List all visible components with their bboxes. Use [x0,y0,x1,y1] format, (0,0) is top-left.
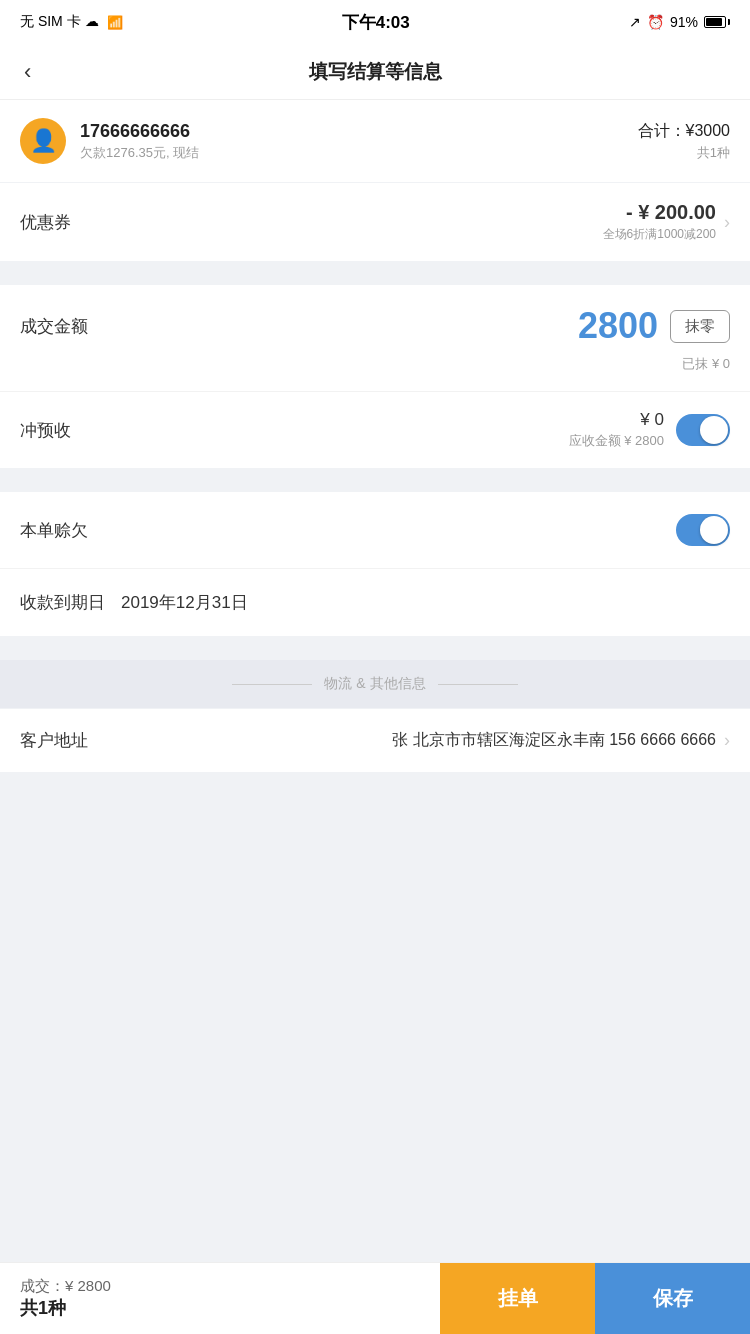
address-right: 张 北京市市辖区海淀区永丰南 156 6666 6666 › [104,730,730,751]
bottom-summary-label: 成交：¥ 2800 [20,1277,420,1296]
content-area: 👤 17666666666 欠款1276.35元, 现结 合计：¥3000 共1… [0,100,750,892]
bottom-summary: 成交：¥ 2800 共1种 [0,1277,440,1320]
hang-button[interactable]: 挂单 [440,1263,595,1335]
customer-right: 合计：¥3000 共1种 [638,121,731,162]
status-time: 下午4:03 [342,11,410,34]
prepay-row: 冲预收 ¥ 0 应收金额 ¥ 2800 [0,391,750,468]
prepay-sub: 应收金额 ¥ 2800 [569,432,664,450]
customer-total: 合计：¥3000 [638,121,731,142]
save-button[interactable]: 保存 [595,1263,750,1335]
deal-row: 成交金额 2800 抹零 [0,285,750,355]
location-icon: ↗ [629,14,641,30]
prepay-main: ¥ 0 [569,410,664,430]
debt-toggle[interactable] [676,514,730,546]
prepay-right: ¥ 0 应收金额 ¥ 2800 [569,410,730,450]
prepay-toggle[interactable] [676,414,730,446]
nav-bar: ‹ 填写结算等信息 [0,44,750,100]
wifi-icon: 📶 [107,15,123,30]
status-left: 无 SIM 卡 ☁ 📶 [20,13,123,31]
customer-count: 共1种 [638,144,731,162]
debt-row: 本单赊欠 [0,492,750,568]
debt-toggle-knob [700,516,728,544]
logistics-divider: 物流 & 其他信息 [0,660,750,708]
address-value: 张 北京市市辖区海淀区永丰南 156 6666 6666 [392,730,716,751]
customer-left: 👤 17666666666 欠款1276.35元, 现结 [20,118,199,164]
back-button[interactable]: ‹ [16,51,39,93]
round-zero-button[interactable]: 抹零 [670,310,730,343]
section-divider-3 [0,648,750,660]
deal-right: 2800 抹零 [578,305,730,347]
customer-info: 17666666666 欠款1276.35元, 现结 [80,121,199,162]
page-title: 填写结算等信息 [309,59,442,85]
gray-area [0,772,750,892]
battery-percent: 91% [670,14,698,30]
deal-section: 成交金额 2800 抹零 已抹 ¥ 0 冲预收 ¥ 0 应收金额 ¥ 2800 [0,285,750,468]
toggle-knob [700,416,728,444]
logistics-text: 物流 & 其他信息 [232,675,517,693]
prepay-amount: ¥ 0 应收金额 ¥ 2800 [569,410,664,450]
status-bar: 无 SIM 卡 ☁ 📶 下午4:03 ↗ ⏰ 91% [0,0,750,44]
coupon-right: - ¥ 200.00 全场6折满1000减200 › [603,201,730,243]
address-row[interactable]: 客户地址 张 北京市市辖区海淀区永丰南 156 6666 6666 › [0,709,750,772]
bottom-bar: 成交：¥ 2800 共1种 挂单 保存 [0,1262,750,1334]
avatar-icon: 👤 [30,128,57,154]
bottom-amount: ¥ 2800 [65,1277,111,1294]
deal-sub: 已抹 ¥ 0 [0,355,750,391]
debt-section: 本单赊欠 收款到期日 2019年12月31日 [0,492,750,636]
coupon-label: 优惠券 [20,211,71,234]
section-divider-2 [0,480,750,492]
due-label: 收款到期日 [20,591,105,614]
alarm-icon: ⏰ [647,14,664,30]
due-row: 收款到期日 2019年12月31日 [0,568,750,636]
due-date: 2019年12月31日 [121,591,248,614]
coupon-amount: - ¥ 200.00 全场6折满1000减200 [603,201,716,243]
coupon-desc: 全场6折满1000减200 [603,226,716,243]
customer-sub: 欠款1276.35元, 现结 [80,144,199,162]
status-right: ↗ ⏰ 91% [629,14,730,30]
avatar: 👤 [20,118,66,164]
coupon-discount: - ¥ 200.00 [603,201,716,224]
customer-phone: 17666666666 [80,121,199,142]
coupon-row[interactable]: 优惠券 - ¥ 200.00 全场6折满1000减200 › [0,183,750,261]
bottom-summary-count: 共1种 [20,1296,420,1320]
deal-label: 成交金额 [20,315,88,338]
sim-label: 无 SIM 卡 ☁ [20,13,99,31]
prepay-label: 冲预收 [20,419,71,442]
address-chevron-icon: › [724,730,730,751]
customer-card: 👤 17666666666 欠款1276.35元, 现结 合计：¥3000 共1… [0,100,750,182]
chevron-right-icon: › [724,212,730,233]
debt-label: 本单赊欠 [20,519,88,542]
deal-amount: 2800 [578,305,658,347]
battery-icon [704,16,730,28]
address-label: 客户地址 [20,729,88,752]
section-divider-1 [0,273,750,285]
